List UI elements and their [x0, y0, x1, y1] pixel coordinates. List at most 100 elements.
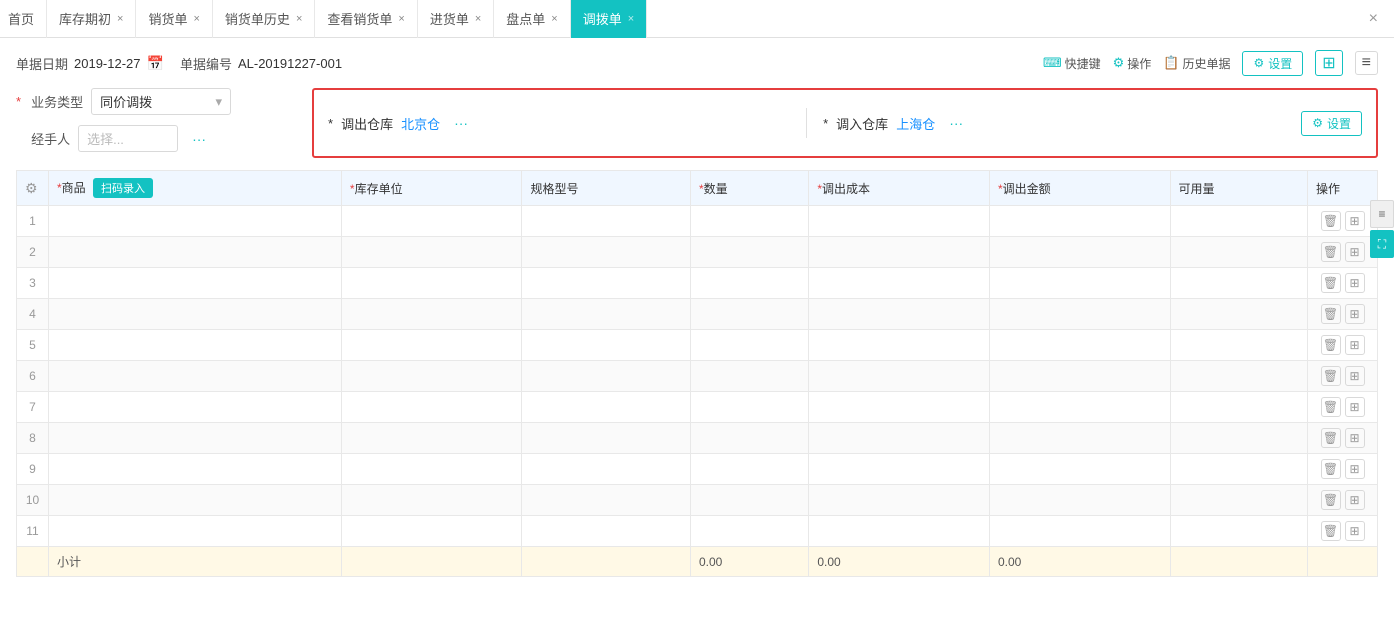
delete-icon-8[interactable]: 🗑	[1321, 428, 1341, 448]
cell-qty-4[interactable]	[690, 299, 808, 330]
copy-icon-3[interactable]: ⊞	[1345, 273, 1365, 293]
delete-icon-10[interactable]: 🗑	[1321, 490, 1341, 510]
cell-unit-9[interactable]	[341, 454, 522, 485]
cell-qty-10[interactable]	[690, 485, 808, 516]
cell-available-7[interactable]	[1170, 392, 1307, 423]
tab-transfer-order[interactable]: 调拨单 ×	[571, 0, 647, 38]
cell-qty-6[interactable]	[690, 361, 808, 392]
cell-qty-9[interactable]	[690, 454, 808, 485]
cell-cost-4[interactable]	[809, 299, 990, 330]
cell-unit-1[interactable]	[341, 206, 522, 237]
list-view-button[interactable]: ≡	[1355, 51, 1378, 75]
cell-qty-11[interactable]	[690, 516, 808, 547]
handler-more-icon[interactable]: ···	[192, 131, 206, 147]
cell-goods-10[interactable]	[49, 485, 342, 516]
business-type-select[interactable]: 同价调拨 ▾	[91, 88, 231, 115]
handler-select[interactable]: 选择...	[78, 125, 178, 152]
out-warehouse-more-icon[interactable]: ···	[454, 115, 468, 131]
cell-qty-5[interactable]	[690, 330, 808, 361]
cell-cost-10[interactable]	[809, 485, 990, 516]
cell-available-5[interactable]	[1170, 330, 1307, 361]
tab-home[interactable]: 首页	[8, 0, 47, 38]
in-warehouse-more-icon[interactable]: ···	[949, 115, 963, 131]
cell-qty-3[interactable]	[690, 268, 808, 299]
tab-close-view-sales[interactable]: ×	[398, 13, 404, 25]
grid-view-button[interactable]: ⊞	[1315, 50, 1342, 76]
tab-close-inventory-check[interactable]: ×	[551, 13, 557, 25]
cell-amount-6[interactable]	[989, 361, 1170, 392]
cell-cost-2[interactable]	[809, 237, 990, 268]
cell-goods-3[interactable]	[49, 268, 342, 299]
copy-icon-9[interactable]: ⊞	[1345, 459, 1365, 479]
cell-amount-9[interactable]	[989, 454, 1170, 485]
cell-available-9[interactable]	[1170, 454, 1307, 485]
cell-amount-10[interactable]	[989, 485, 1170, 516]
cell-goods-11[interactable]	[49, 516, 342, 547]
cell-amount-8[interactable]	[989, 423, 1170, 454]
cell-spec-10[interactable]	[522, 485, 690, 516]
cell-spec-11[interactable]	[522, 516, 690, 547]
delete-icon-7[interactable]: 🗑	[1321, 397, 1341, 417]
cell-cost-6[interactable]	[809, 361, 990, 392]
operation-button[interactable]: ⚙ 操作	[1113, 55, 1152, 72]
cell-unit-7[interactable]	[341, 392, 522, 423]
cell-goods-5[interactable]	[49, 330, 342, 361]
tab-close-transfer-order[interactable]: ×	[628, 13, 634, 25]
cell-goods-6[interactable]	[49, 361, 342, 392]
cell-qty-7[interactable]	[690, 392, 808, 423]
shortcut-button[interactable]: ⌨ 快捷键	[1043, 55, 1101, 72]
cell-unit-2[interactable]	[341, 237, 522, 268]
cell-available-3[interactable]	[1170, 268, 1307, 299]
delete-icon-4[interactable]: 🗑	[1321, 304, 1341, 324]
cell-available-1[interactable]	[1170, 206, 1307, 237]
copy-icon-7[interactable]: ⊞	[1345, 397, 1365, 417]
delete-icon-9[interactable]: 🗑	[1321, 459, 1341, 479]
delete-icon-5[interactable]: 🗑	[1321, 335, 1341, 355]
cell-cost-7[interactable]	[809, 392, 990, 423]
cell-cost-9[interactable]	[809, 454, 990, 485]
copy-icon-4[interactable]: ⊞	[1345, 304, 1365, 324]
delete-icon-1[interactable]: 🗑	[1321, 211, 1341, 231]
cell-amount-11[interactable]	[989, 516, 1170, 547]
cell-available-11[interactable]	[1170, 516, 1307, 547]
cell-spec-8[interactable]	[522, 423, 690, 454]
history-button[interactable]: 📋 历史单据	[1163, 55, 1230, 72]
delete-icon-2[interactable]: 🗑	[1321, 242, 1341, 262]
cell-unit-3[interactable]	[341, 268, 522, 299]
tab-close-sales-order[interactable]: ×	[193, 13, 199, 25]
cell-amount-1[interactable]	[989, 206, 1170, 237]
copy-icon-6[interactable]: ⊞	[1345, 366, 1365, 386]
cell-amount-5[interactable]	[989, 330, 1170, 361]
cell-spec-7[interactable]	[522, 392, 690, 423]
copy-icon-2[interactable]: ⊞	[1345, 242, 1365, 262]
cell-spec-9[interactable]	[522, 454, 690, 485]
copy-icon-8[interactable]: ⊞	[1345, 428, 1365, 448]
cell-unit-10[interactable]	[341, 485, 522, 516]
tab-purchase-order[interactable]: 进货单 ×	[418, 0, 494, 38]
copy-icon-5[interactable]: ⊞	[1345, 335, 1365, 355]
scan-input-button[interactable]: 扫码录入	[93, 178, 153, 198]
warehouse-settings-button[interactable]: ⚙ 设置	[1301, 111, 1362, 136]
copy-icon-1[interactable]: ⊞	[1345, 211, 1365, 231]
delete-icon-11[interactable]: 🗑	[1321, 521, 1341, 541]
cell-available-4[interactable]	[1170, 299, 1307, 330]
cell-amount-3[interactable]	[989, 268, 1170, 299]
cell-goods-9[interactable]	[49, 454, 342, 485]
cell-qty-8[interactable]	[690, 423, 808, 454]
tab-bar-close-button[interactable]: ×	[1361, 10, 1386, 28]
tab-close-sales-history[interactable]: ×	[296, 13, 302, 25]
cell-spec-2[interactable]	[522, 237, 690, 268]
cell-unit-4[interactable]	[341, 299, 522, 330]
cell-spec-1[interactable]	[522, 206, 690, 237]
cell-amount-2[interactable]	[989, 237, 1170, 268]
tab-sales-history[interactable]: 销货单历史 ×	[213, 0, 315, 38]
cell-spec-6[interactable]	[522, 361, 690, 392]
cell-unit-8[interactable]	[341, 423, 522, 454]
cell-cost-1[interactable]	[809, 206, 990, 237]
calendar-icon[interactable]: 📅	[147, 55, 164, 72]
cell-amount-7[interactable]	[989, 392, 1170, 423]
cell-available-10[interactable]	[1170, 485, 1307, 516]
cell-spec-4[interactable]	[522, 299, 690, 330]
cell-unit-5[interactable]	[341, 330, 522, 361]
cell-available-2[interactable]	[1170, 237, 1307, 268]
